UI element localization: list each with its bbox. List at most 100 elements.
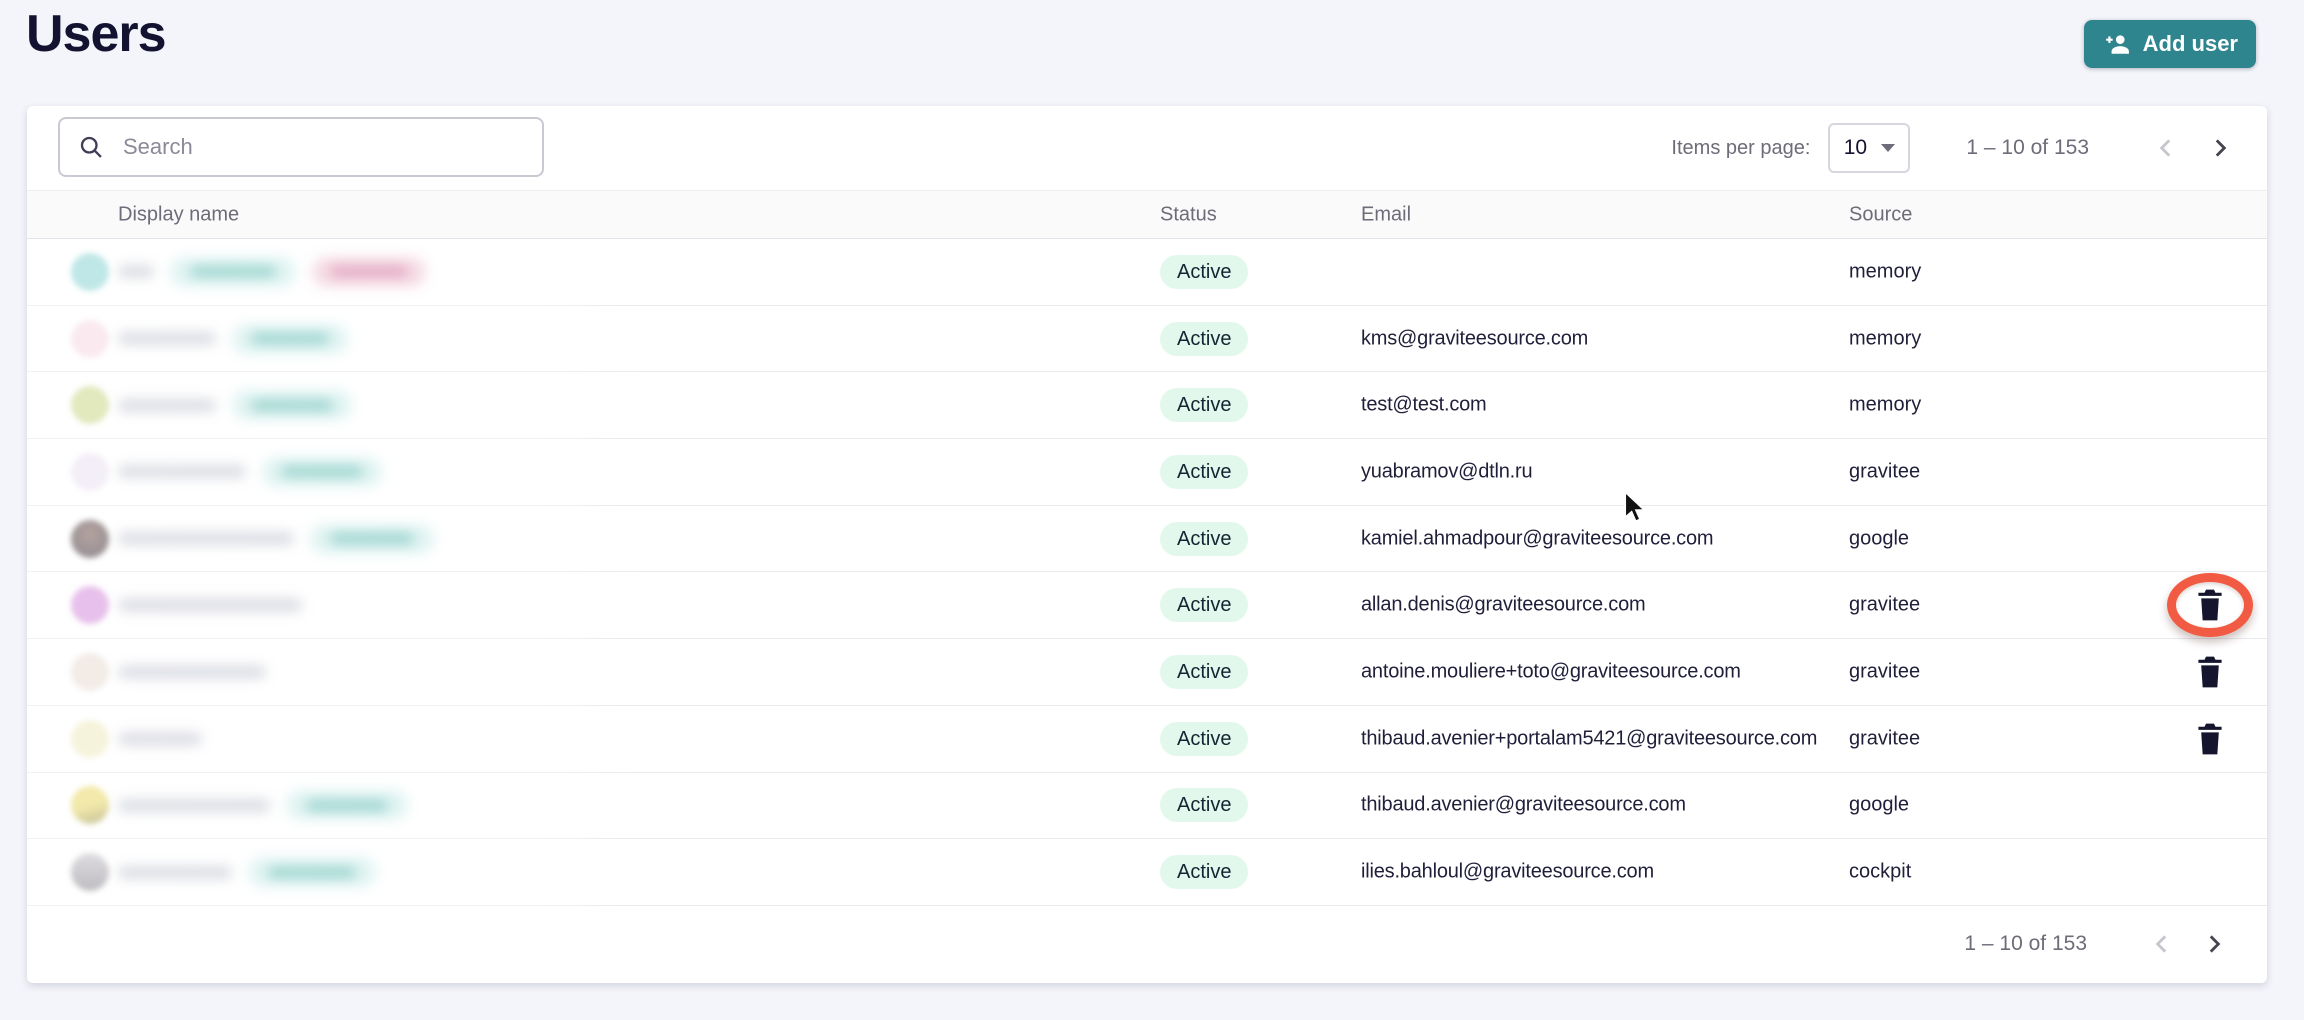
status-badge: Active [1160, 788, 1249, 823]
column-header-display-name: Display name [118, 203, 240, 225]
redacted-name [118, 265, 154, 279]
redacted-name [118, 798, 270, 812]
table-row[interactable]: Active ilies.bahloul@graviteesource.com … [27, 839, 2267, 906]
email-cell: ilies.bahloul@graviteesource.com [1361, 860, 1654, 883]
source-cell: memory [1849, 327, 1922, 350]
email-cell: thibaud.avenier+portalam5421@graviteesou… [1361, 727, 1818, 750]
table-row[interactable]: Active test@test.com memory [27, 372, 2267, 440]
avatar [71, 319, 109, 358]
source-cell: gravitee [1849, 460, 1921, 483]
table-row[interactable]: Active allan.denis@graviteesource.com gr… [27, 572, 2267, 640]
delete-user-button[interactable] [2185, 647, 2235, 697]
display-name-cell [118, 790, 408, 821]
next-page-button[interactable] [2201, 931, 2227, 957]
source-cell: memory [1849, 260, 1922, 283]
avatar [71, 853, 109, 892]
email-cell: kamiel.ahmadpour@graviteesource.com [1361, 527, 1714, 550]
source-cell: gravitee [1849, 660, 1921, 683]
redacted-role-badge [312, 256, 426, 287]
table-row[interactable]: Active antoine.mouliere+toto@graviteesou… [27, 639, 2267, 706]
column-header-email: Email [1361, 203, 1412, 225]
caret-down-icon [1881, 144, 1896, 152]
chevron-right-icon [2215, 139, 2227, 157]
redacted-role-badge [232, 323, 348, 354]
email-cell: yuabramov@dtln.ru [1361, 460, 1533, 483]
table-row[interactable]: Active thibaud.avenier@graviteesource.co… [27, 772, 2267, 840]
table-header: Display name Status Email Source [27, 190, 2267, 239]
table-row[interactable]: Active memory [27, 239, 2267, 306]
items-per-page-value: 10 [1843, 136, 1868, 159]
avatar [71, 719, 109, 758]
table-row[interactable]: Active yuabramov@dtln.ru gravitee [27, 439, 2267, 506]
redacted-role-badge [310, 523, 434, 554]
redacted-name [118, 732, 202, 746]
redacted-name [118, 398, 216, 412]
page-title: Users [26, 5, 167, 63]
status-badge: Active [1160, 588, 1249, 623]
column-header-status: Status [1160, 203, 1217, 225]
status-badge: Active [1160, 321, 1249, 356]
source-cell: google [1849, 527, 1910, 550]
status-badge: Active [1160, 721, 1249, 756]
chevron-left-icon [2155, 935, 2167, 953]
status-badge: Active [1160, 254, 1249, 289]
redacted-role-badge [248, 857, 376, 888]
redacted-name [118, 665, 266, 679]
status-badge: Active [1160, 855, 1249, 890]
display-name-cell [118, 323, 348, 354]
email-cell: allan.denis@graviteesource.com [1361, 593, 1646, 616]
search-input[interactable] [123, 134, 525, 160]
redacted-name [118, 865, 232, 879]
avatar [71, 652, 109, 691]
redacted-role-badge [286, 790, 408, 821]
paginator-bottom: 1 – 10 of 153 [27, 906, 2267, 983]
redacted-name [118, 532, 294, 546]
status-badge: Active [1160, 521, 1249, 556]
email-cell: test@test.com [1361, 393, 1487, 416]
avatar [71, 252, 109, 291]
trash-icon [2198, 723, 2222, 754]
delete-user-button[interactable] [2185, 580, 2235, 630]
table-row[interactable]: Active kms@graviteesource.com memory [27, 305, 2267, 373]
display-name-cell [118, 390, 352, 421]
avatar [71, 519, 109, 558]
delete-user-button[interactable] [2185, 714, 2235, 764]
source-cell: google [1849, 793, 1910, 816]
status-badge: Active [1160, 388, 1249, 423]
display-name-cell [118, 456, 382, 487]
table-row[interactable]: Active thibaud.avenier+portalam5421@grav… [27, 705, 2267, 773]
avatar [71, 586, 109, 625]
email-cell: thibaud.avenier@graviteesource.com [1361, 793, 1686, 816]
status-badge: Active [1160, 454, 1249, 489]
table-row[interactable]: Active kamiel.ahmadpour@graviteesource.c… [27, 505, 2267, 573]
avatar [71, 786, 109, 825]
previous-page-button[interactable] [2149, 931, 2175, 957]
source-cell: memory [1849, 393, 1922, 416]
chevron-left-icon [2159, 139, 2171, 157]
next-page-button[interactable] [2207, 135, 2233, 161]
display-name-cell [118, 665, 266, 679]
search-icon [80, 136, 102, 158]
paginator-top: Items per page: 10 1 – 10 of 153 [1671, 106, 2233, 190]
redacted-role-badge [170, 256, 296, 287]
source-cell: gravitee [1849, 593, 1921, 616]
users-card: Items per page: 10 1 – 10 of 153 Display… [27, 106, 2267, 983]
trash-icon [2198, 656, 2222, 688]
avatar [71, 386, 109, 425]
display-name-cell [118, 732, 202, 746]
source-cell: gravitee [1849, 727, 1921, 750]
column-header-source: Source [1849, 203, 1913, 225]
source-cell: cockpit [1849, 860, 1912, 883]
avatar [71, 452, 109, 491]
page-range-label: 1 – 10 of 153 [1966, 136, 2089, 159]
display-name-cell [118, 857, 376, 888]
items-per-page-select[interactable]: 10 [1828, 123, 1911, 173]
display-name-cell [118, 256, 426, 287]
add-user-button[interactable]: Add user [2083, 20, 2256, 68]
items-per-page-label: Items per page: [1671, 136, 1811, 159]
display-name-cell [118, 523, 434, 554]
status-badge: Active [1160, 654, 1249, 689]
table-toolbar: Items per page: 10 1 – 10 of 153 [27, 106, 2267, 190]
redacted-name [118, 598, 302, 612]
previous-page-button[interactable] [2153, 135, 2179, 161]
